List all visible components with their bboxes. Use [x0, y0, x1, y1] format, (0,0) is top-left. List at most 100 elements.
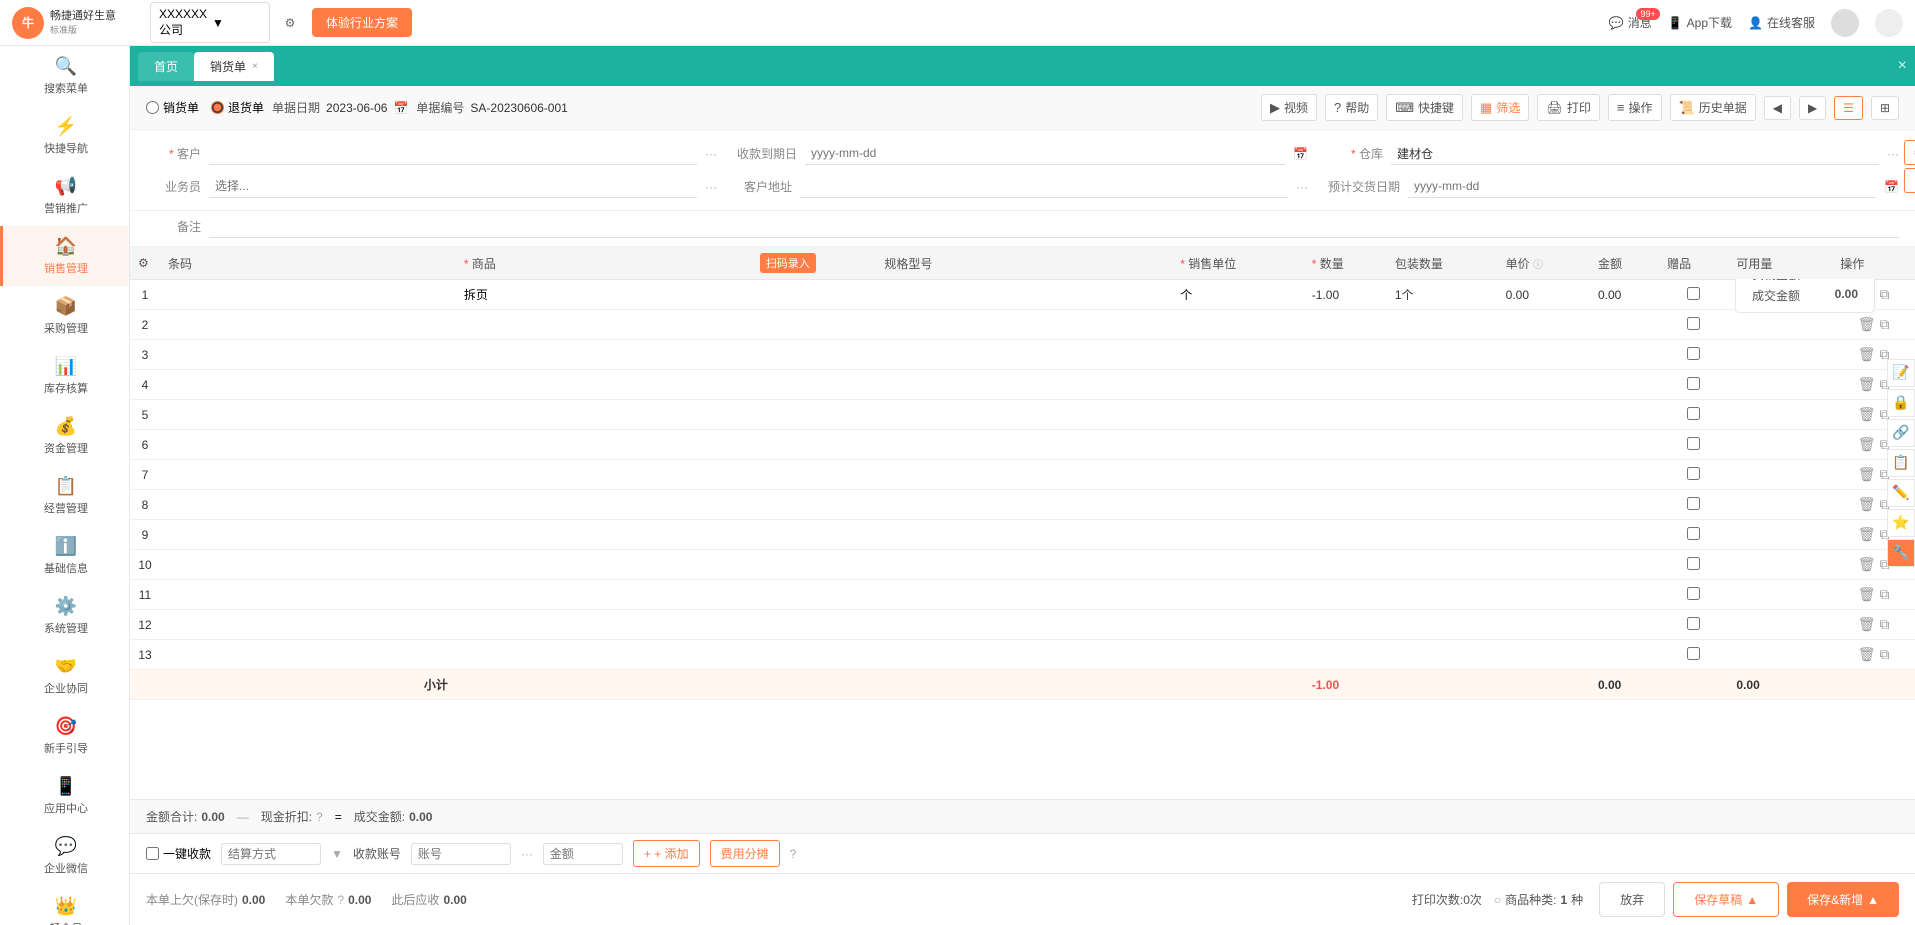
- prev-btn[interactable]: ◀: [1764, 96, 1791, 120]
- fenyong-help-icon[interactable]: ?: [790, 847, 797, 861]
- cell-spec[interactable]: [876, 520, 1172, 550]
- barcode-input[interactable]: [168, 318, 448, 332]
- calendar-icon-due[interactable]: 📅: [1293, 147, 1308, 161]
- history-btn[interactable]: 📜 历史单据: [1670, 94, 1756, 121]
- cell-amount[interactable]: [1590, 640, 1659, 670]
- cell-pack-qty[interactable]: [1387, 430, 1498, 460]
- cell-spec[interactable]: [876, 430, 1172, 460]
- salesperson-input[interactable]: [209, 175, 697, 198]
- list-view-btn[interactable]: ☰: [1834, 96, 1863, 120]
- spec-input[interactable]: [884, 618, 1164, 632]
- delete-row-btn[interactable]: 🗑: [1858, 466, 1876, 483]
- address-input[interactable]: [800, 175, 1288, 198]
- barcode-input[interactable]: [168, 648, 448, 662]
- gift-checkbox[interactable]: [1687, 587, 1700, 600]
- cell-amount[interactable]: [1590, 580, 1659, 610]
- cell-quantity[interactable]: [1304, 490, 1387, 520]
- radio-sales-order[interactable]: 销货单: [146, 99, 199, 116]
- cell-quantity[interactable]: [1304, 520, 1387, 550]
- cell-amount[interactable]: [1590, 340, 1659, 370]
- spec-input[interactable]: [884, 498, 1164, 512]
- cell-unit-price[interactable]: [1498, 310, 1590, 340]
- cell-unit-price[interactable]: [1498, 460, 1590, 490]
- cell-amount[interactable]: [1590, 520, 1659, 550]
- cell-unit[interactable]: [1172, 490, 1304, 520]
- cell-product[interactable]: [456, 370, 752, 400]
- unit-input[interactable]: [1180, 558, 1240, 572]
- warehouse-input[interactable]: [1391, 142, 1879, 165]
- cell-product[interactable]: [456, 550, 752, 580]
- unit-input[interactable]: [1180, 468, 1240, 482]
- gift-checkbox[interactable]: [1687, 557, 1700, 570]
- settings-icon-btn[interactable]: ⚙: [276, 9, 304, 37]
- unit-input[interactable]: [1180, 408, 1240, 422]
- cell-quantity[interactable]: [1304, 430, 1387, 460]
- sidebar-item-quick-nav[interactable]: ⚡ 快捷导航: [0, 106, 129, 166]
- cell-pack-qty[interactable]: 1个: [1387, 280, 1498, 310]
- cell-barcode[interactable]: [160, 400, 456, 430]
- cell-unit-price[interactable]: [1498, 400, 1590, 430]
- amount-input[interactable]: [543, 843, 623, 865]
- add-payment-btn[interactable]: + + 添加: [633, 840, 700, 867]
- cell-barcode[interactable]: [160, 640, 456, 670]
- tab-close-icon[interactable]: ×: [252, 61, 258, 72]
- product-input[interactable]: [464, 648, 744, 662]
- barcode-input[interactable]: [168, 348, 448, 362]
- avatar[interactable]: [1831, 9, 1859, 37]
- delete-row-btn[interactable]: 🗑: [1858, 556, 1876, 573]
- sidebar-item-inventory[interactable]: 📊 库存核算: [0, 346, 129, 406]
- spec-input[interactable]: [884, 408, 1164, 422]
- settlement-dots[interactable]: ▼: [331, 847, 343, 861]
- cell-product[interactable]: [456, 520, 752, 550]
- fenyong-btn[interactable]: 费用分摊: [710, 840, 780, 867]
- cell-barcode[interactable]: [160, 490, 456, 520]
- unit-input[interactable]: [1180, 588, 1240, 602]
- sidebar-item-guide[interactable]: 🎯 新手引导: [0, 706, 129, 766]
- cell-pack-qty[interactable]: [1387, 460, 1498, 490]
- barcode-input[interactable]: [168, 408, 448, 422]
- cell-unit-price[interactable]: [1498, 520, 1590, 550]
- cell-product[interactable]: [456, 400, 752, 430]
- delete-row-btn[interactable]: 🗑: [1858, 346, 1876, 363]
- discard-button[interactable]: 放弃: [1599, 882, 1665, 917]
- cell-barcode[interactable]: [160, 370, 456, 400]
- tab-home[interactable]: 首页: [138, 52, 194, 81]
- delete-row-btn[interactable]: 🗑: [1858, 316, 1876, 333]
- product-input[interactable]: [464, 468, 744, 482]
- gift-checkbox[interactable]: [1687, 527, 1700, 540]
- cell-pack-qty[interactable]: [1387, 550, 1498, 580]
- scan-btn[interactable]: 扫码录入: [760, 253, 816, 273]
- gift-checkbox[interactable]: [1687, 287, 1700, 300]
- cell-product[interactable]: [456, 490, 752, 520]
- cell-quantity[interactable]: [1304, 640, 1387, 670]
- due-date-input[interactable]: [805, 142, 1285, 165]
- cell-amount[interactable]: [1590, 490, 1659, 520]
- barcode-input[interactable]: [168, 558, 448, 572]
- cell-amount[interactable]: [1590, 610, 1659, 640]
- cell-barcode[interactable]: [160, 580, 456, 610]
- cell-gift[interactable]: [1659, 610, 1728, 640]
- cell-barcode[interactable]: [160, 610, 456, 640]
- product-input[interactable]: [464, 408, 744, 422]
- cell-quantity[interactable]: [1304, 550, 1387, 580]
- gift-checkbox[interactable]: [1687, 377, 1700, 390]
- delete-row-btn[interactable]: 🗑: [1858, 496, 1876, 513]
- gift-checkbox[interactable]: [1687, 407, 1700, 420]
- cell-quantity[interactable]: -1.00: [1304, 280, 1387, 310]
- cell-pack-qty[interactable]: [1387, 340, 1498, 370]
- spec-input[interactable]: [884, 318, 1164, 332]
- cell-barcode[interactable]: [160, 340, 456, 370]
- spec-input[interactable]: [884, 288, 1164, 302]
- gift-checkbox[interactable]: [1687, 347, 1700, 360]
- video-btn[interactable]: ▶ 视频: [1261, 94, 1317, 121]
- cell-unit-price[interactable]: [1498, 490, 1590, 520]
- tab-sales-order[interactable]: 销货单 ×: [194, 52, 274, 81]
- cell-gift[interactable]: [1659, 280, 1728, 310]
- product-input[interactable]: [464, 378, 744, 392]
- cell-spec[interactable]: [876, 640, 1172, 670]
- app-download-btn[interactable]: 📱 App下载: [1668, 14, 1732, 31]
- unit-input[interactable]: [1180, 498, 1240, 512]
- cell-amount[interactable]: [1590, 550, 1659, 580]
- copy-row-btn[interactable]: ⧉: [1880, 586, 1890, 603]
- close-window-btn[interactable]: ×: [1898, 57, 1907, 75]
